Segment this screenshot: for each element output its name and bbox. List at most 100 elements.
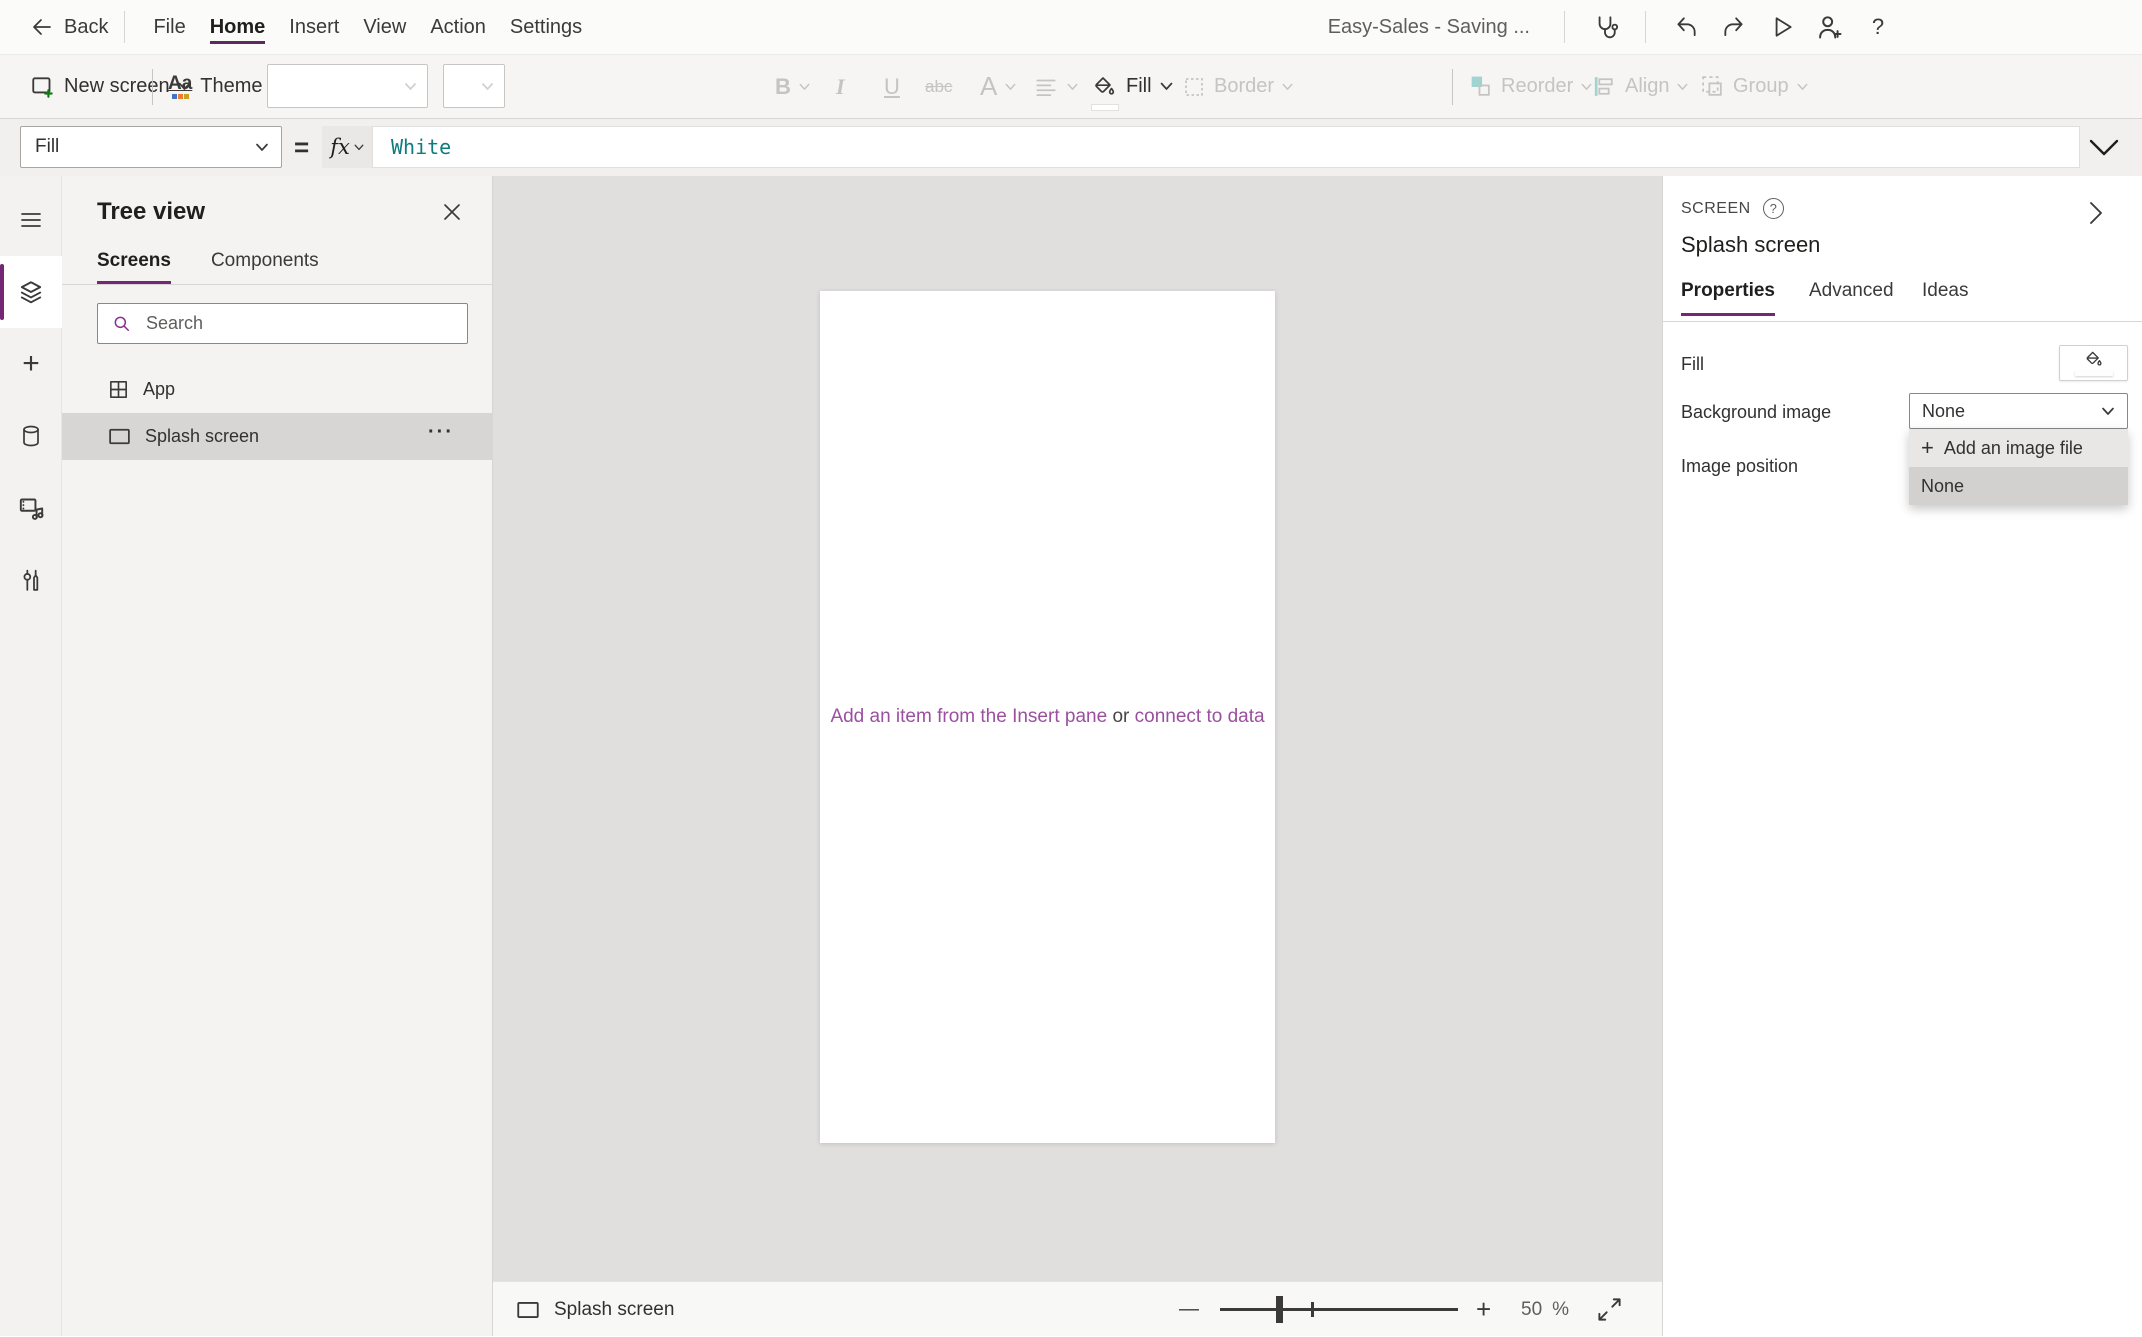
tab-properties[interactable]: Properties [1681, 280, 1775, 316]
tree-view-tabs: Screens Components [62, 226, 492, 285]
border-icon [1182, 75, 1206, 99]
ribbon-toolbar: New screen Aa Theme B I U abc A Fill Bor… [0, 55, 2142, 119]
tree-view-rail-icon[interactable] [0, 256, 62, 328]
background-image-dropdown-menu: + Add an image file None [1909, 429, 2128, 505]
search-icon [112, 314, 132, 334]
menu-bar-right: Easy-Sales - Saving ... ? [1328, 0, 1902, 54]
fill-property-label: Fill [1681, 354, 1704, 374]
group-button[interactable]: Group [1700, 55, 1808, 118]
zoom-slider-tick [1311, 1302, 1314, 1317]
background-image-label: Background image [1681, 402, 1832, 422]
equals-sign: = [294, 132, 310, 162]
collapse-panel-chevron-icon[interactable] [2088, 200, 2104, 226]
divider [124, 11, 126, 43]
help-circle-icon[interactable]: ? [1762, 198, 1784, 219]
strikethrough-button[interactable]: abc [925, 55, 952, 118]
align-icon [1592, 74, 1617, 99]
zoom-out-button[interactable]: — [1179, 1282, 1199, 1337]
media-icon[interactable] [0, 472, 62, 544]
current-fill-swatch [2074, 371, 2113, 376]
hamburger-menu-icon[interactable] [0, 184, 62, 256]
bold-button[interactable]: B [775, 55, 810, 118]
selected-element-name: Splash screen [1681, 232, 1821, 257]
font-family-select[interactable] [267, 64, 428, 108]
expand-formula-bar-icon[interactable] [2088, 138, 2120, 158]
tree-item-app[interactable]: App [62, 366, 492, 413]
fill-button[interactable]: Fill [1090, 55, 1173, 118]
help-icon[interactable]: ? [1854, 0, 1902, 55]
property-selector[interactable]: Fill [20, 126, 282, 168]
tab-components[interactable]: Components [211, 250, 319, 284]
reorder-button[interactable]: Reorder [1468, 55, 1592, 118]
formula-input[interactable] [373, 127, 2079, 167]
selected-element-type: SCREEN [1681, 199, 1751, 217]
close-icon[interactable] [438, 198, 466, 226]
screen-artboard[interactable]: Add an item from the Insert pane or conn… [820, 291, 1275, 1143]
insert-pane-link[interactable]: Add an item from the Insert pane [830, 706, 1107, 727]
zoom-slider-thumb[interactable] [1276, 1296, 1283, 1323]
redo-icon[interactable] [1710, 0, 1758, 55]
canvas-status-bar: Splash screen — + 50% [493, 1281, 1662, 1336]
properties-panel: SCREEN ? Splash screen Properties Advanc… [1662, 176, 2142, 1336]
search-input[interactable] [144, 312, 457, 335]
underline-button[interactable]: U [884, 55, 900, 118]
option-add-image-file[interactable]: + Add an image file [1909, 429, 2128, 467]
divider [1645, 11, 1646, 43]
data-sources-icon[interactable] [0, 400, 62, 472]
left-navigation-rail: + [0, 176, 62, 1336]
preview-play-icon[interactable] [1758, 0, 1806, 55]
app-checker-icon[interactable] [1581, 0, 1629, 55]
menu-bar-left: Back File Home Insert View Action Settin… [0, 0, 594, 54]
app-title-saving-status: Easy-Sales - Saving ... [1327, 15, 1530, 38]
fx-selector[interactable]: fx [322, 126, 372, 168]
paint-bucket-icon [1090, 64, 1119, 111]
new-screen-button[interactable]: New screen [30, 55, 191, 118]
back-button[interactable]: Back [30, 15, 108, 39]
app-icon [107, 378, 130, 401]
text-align-button[interactable] [1033, 55, 1078, 118]
font-color-button[interactable]: A [980, 55, 1016, 118]
connect-to-data-link[interactable]: connect to data [1135, 706, 1265, 727]
zoom-level: 50% [1521, 1298, 1570, 1320]
item-more-options-icon[interactable]: ··· [428, 421, 454, 444]
tab-advanced[interactable]: Advanced [1809, 280, 1894, 316]
zoom-slider-track[interactable] [1220, 1308, 1458, 1311]
theme-icon: Aa [168, 74, 192, 99]
menu-item-action[interactable]: Action [418, 0, 498, 54]
tree-view-title: Tree view [97, 198, 206, 225]
back-label: Back [64, 15, 109, 38]
fit-to-window-icon[interactable] [1596, 1296, 1623, 1323]
design-canvas: Add an item from the Insert pane or conn… [493, 176, 1662, 1336]
option-none[interactable]: None [1909, 467, 2128, 505]
menu-item-view[interactable]: View [351, 0, 418, 54]
share-person-icon[interactable] [1806, 0, 1854, 55]
border-button[interactable]: Border [1182, 55, 1293, 118]
menu-bar: Back File Home Insert View Action Settin… [0, 0, 2142, 55]
menu-item-home[interactable]: Home [198, 0, 278, 54]
new-screen-icon [30, 74, 56, 100]
italic-button[interactable]: I [836, 55, 845, 118]
zoom-in-button[interactable]: + [1476, 1282, 1491, 1337]
align-button[interactable]: Align [1592, 55, 1688, 118]
divider [1564, 11, 1565, 43]
tab-ideas[interactable]: Ideas [1922, 280, 1968, 316]
tree-view-panel: Tree view Screens Components Search App … [62, 176, 493, 1336]
menu-item-insert[interactable]: Insert [277, 0, 351, 54]
empty-screen-hint: Add an item from the Insert pane or conn… [830, 706, 1265, 727]
fill-color-picker-button[interactable] [2059, 345, 2128, 381]
text-align-icon [1033, 74, 1059, 100]
plus-icon: + [1921, 435, 1934, 460]
formula-input-container [372, 126, 2080, 168]
tab-screens[interactable]: Screens [97, 250, 171, 284]
reorder-icon [1468, 74, 1493, 99]
undo-icon[interactable] [1662, 0, 1710, 55]
tree-search-box[interactable] [97, 303, 468, 344]
background-image-select[interactable]: None [1909, 393, 2128, 429]
menu-item-file[interactable]: File [141, 0, 197, 54]
menu-item-settings[interactable]: Settings [498, 0, 594, 54]
advanced-tools-icon[interactable] [0, 544, 62, 616]
tree-item-splash-screen[interactable]: Splash screen ··· [62, 413, 492, 460]
formula-bar: Fill = fx [0, 119, 2142, 176]
font-size-select[interactable] [443, 64, 505, 108]
insert-plus-icon[interactable]: + [0, 328, 62, 400]
